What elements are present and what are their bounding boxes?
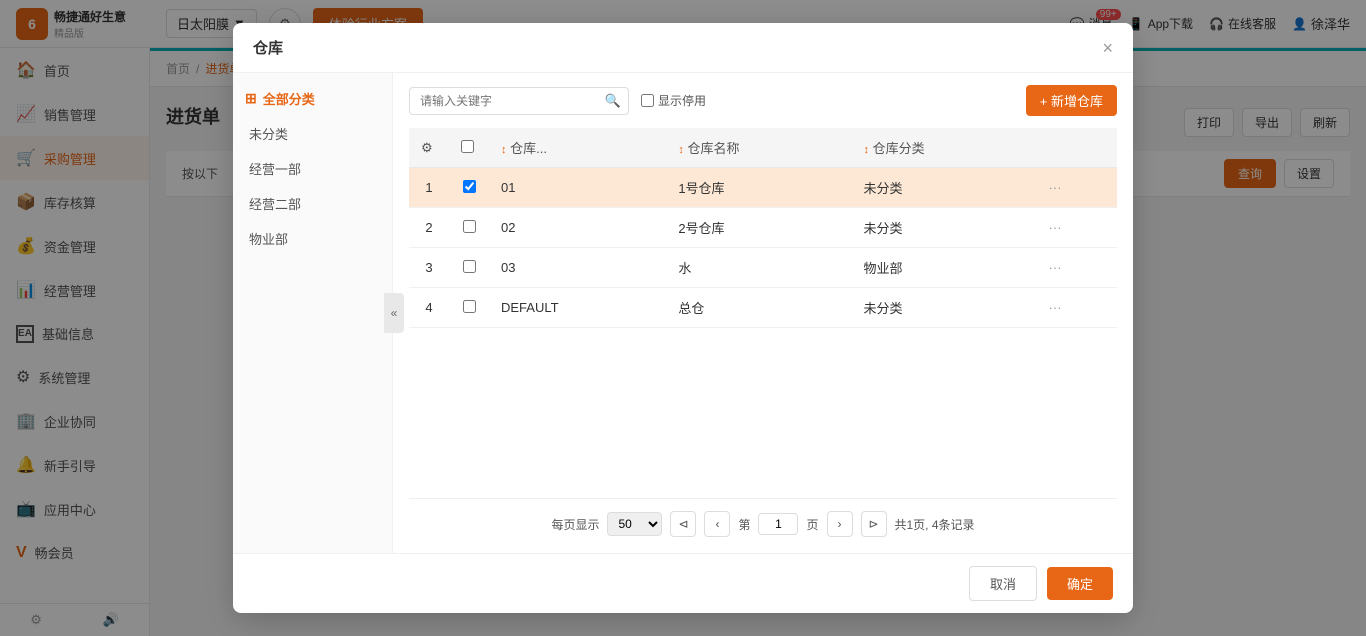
row-checkbox[interactable] xyxy=(449,288,489,328)
row-category: 未分类 xyxy=(851,168,1036,208)
row-name: 1号仓库 xyxy=(666,168,851,208)
collapse-button[interactable]: « xyxy=(384,293,404,333)
cancel-button[interactable]: 取消 xyxy=(969,566,1037,601)
row-more-icon[interactable]: ··· xyxy=(1049,180,1062,195)
warehouse-table: ⚙ ↕ 仓库... ↕ 仓库名称 xyxy=(409,128,1117,328)
modal-close-button[interactable]: × xyxy=(1102,39,1113,57)
row-checkbox[interactable] xyxy=(449,248,489,288)
th-settings: ⚙ xyxy=(409,128,449,168)
modal-footer: 取消 确定 xyxy=(233,553,1133,613)
row-more-icon[interactable]: ··· xyxy=(1049,220,1062,235)
table-row[interactable]: 2 02 2号仓库 未分类 ··· xyxy=(409,208,1117,248)
modal-title: 仓库 xyxy=(253,37,283,58)
th-warehouse-code[interactable]: ↕ 仓库... xyxy=(489,128,666,168)
row-checkbox[interactable] xyxy=(449,208,489,248)
pagination-bar: 每页显示 50 10 20 100 ⊲ ‹ 第 页 › ⊳ 共1页, 4条记录 xyxy=(409,498,1117,541)
row-num: 4 xyxy=(409,288,449,328)
all-categories-item[interactable]: ⊞ 全部分类 xyxy=(233,81,392,116)
table-header-row: ⚙ ↕ 仓库... ↕ 仓库名称 xyxy=(409,128,1117,168)
select-all-checkbox[interactable] xyxy=(461,140,474,153)
page-size-select[interactable]: 50 10 20 100 xyxy=(607,512,662,536)
row-more-icon[interactable]: ··· xyxy=(1049,260,1062,275)
row-checkbox[interactable] xyxy=(449,168,489,208)
row-code: 01 xyxy=(489,168,666,208)
table-row[interactable]: 1 01 1号仓库 未分类 ··· xyxy=(409,168,1117,208)
search-input[interactable] xyxy=(409,87,629,115)
row-more-icon[interactable]: ··· xyxy=(1049,300,1062,315)
row-category: 未分类 xyxy=(851,288,1036,328)
modal-header: 仓库 × xyxy=(233,23,1133,73)
category-item-3[interactable]: 物业部 xyxy=(233,221,392,256)
row-name: 总仓 xyxy=(666,288,851,328)
row-actions: ··· xyxy=(1037,208,1117,248)
category-item-1[interactable]: 经营一部 xyxy=(233,151,392,186)
show-disabled-label: 显示停用 xyxy=(641,92,706,109)
sort-icon-name: ↕ xyxy=(678,144,684,156)
row-actions: ··· xyxy=(1037,248,1117,288)
page-input[interactable] xyxy=(758,513,798,535)
confirm-button[interactable]: 确定 xyxy=(1047,567,1113,600)
show-disabled-checkbox[interactable] xyxy=(641,94,654,107)
th-checkbox xyxy=(449,128,489,168)
th-actions xyxy=(1037,128,1117,168)
row-category: 未分类 xyxy=(851,208,1036,248)
last-page-button[interactable]: ⊳ xyxy=(861,511,887,537)
modal-right-panel: 🔍 显示停用 + 新增仓库 ⚙ xyxy=(393,73,1133,553)
row-num: 2 xyxy=(409,208,449,248)
row-num: 1 xyxy=(409,168,449,208)
prev-page-button[interactable]: ‹ xyxy=(704,511,730,537)
category-item-2[interactable]: 经营二部 xyxy=(233,186,392,221)
total-info: 共1页, 4条记录 xyxy=(895,516,975,533)
sort-icon-cat: ↕ xyxy=(863,144,869,156)
row-code: DEFAULT xyxy=(489,288,666,328)
th-warehouse-category[interactable]: ↕ 仓库分类 xyxy=(851,128,1036,168)
row-code: 02 xyxy=(489,208,666,248)
table-row[interactable]: 4 DEFAULT 总仓 未分类 ··· xyxy=(409,288,1117,328)
row-actions: ··· xyxy=(1037,168,1117,208)
search-bar: 🔍 显示停用 + 新增仓库 xyxy=(409,85,1117,116)
th-warehouse-name[interactable]: ↕ 仓库名称 xyxy=(666,128,851,168)
row-category: 物业部 xyxy=(851,248,1036,288)
search-icon[interactable]: 🔍 xyxy=(605,93,621,109)
grid-icon: ⊞ xyxy=(245,90,257,107)
row-name: 水 xyxy=(666,248,851,288)
table-row[interactable]: 3 03 水 物业部 ··· xyxy=(409,248,1117,288)
sort-icon: ↕ xyxy=(501,144,507,156)
modal-left-panel: ⊞ 全部分类 未分类 经营一部 经营二部 物业部 « xyxy=(233,73,393,553)
add-warehouse-button[interactable]: + 新增仓库 xyxy=(1026,85,1117,116)
search-input-wrap: 🔍 xyxy=(409,87,629,115)
row-code: 03 xyxy=(489,248,666,288)
row-name: 2号仓库 xyxy=(666,208,851,248)
modal-body: ⊞ 全部分类 未分类 经营一部 经营二部 物业部 « 🔍 显示停用 + 新增仓库 xyxy=(233,73,1133,553)
next-page-button[interactable]: › xyxy=(827,511,853,537)
row-actions: ··· xyxy=(1037,288,1117,328)
warehouse-modal: 仓库 × ⊞ 全部分类 未分类 经营一部 经营二部 物业部 « 🔍 xyxy=(233,23,1133,613)
first-page-button[interactable]: ⊲ xyxy=(670,511,696,537)
category-item-0[interactable]: 未分类 xyxy=(233,116,392,151)
row-num: 3 xyxy=(409,248,449,288)
